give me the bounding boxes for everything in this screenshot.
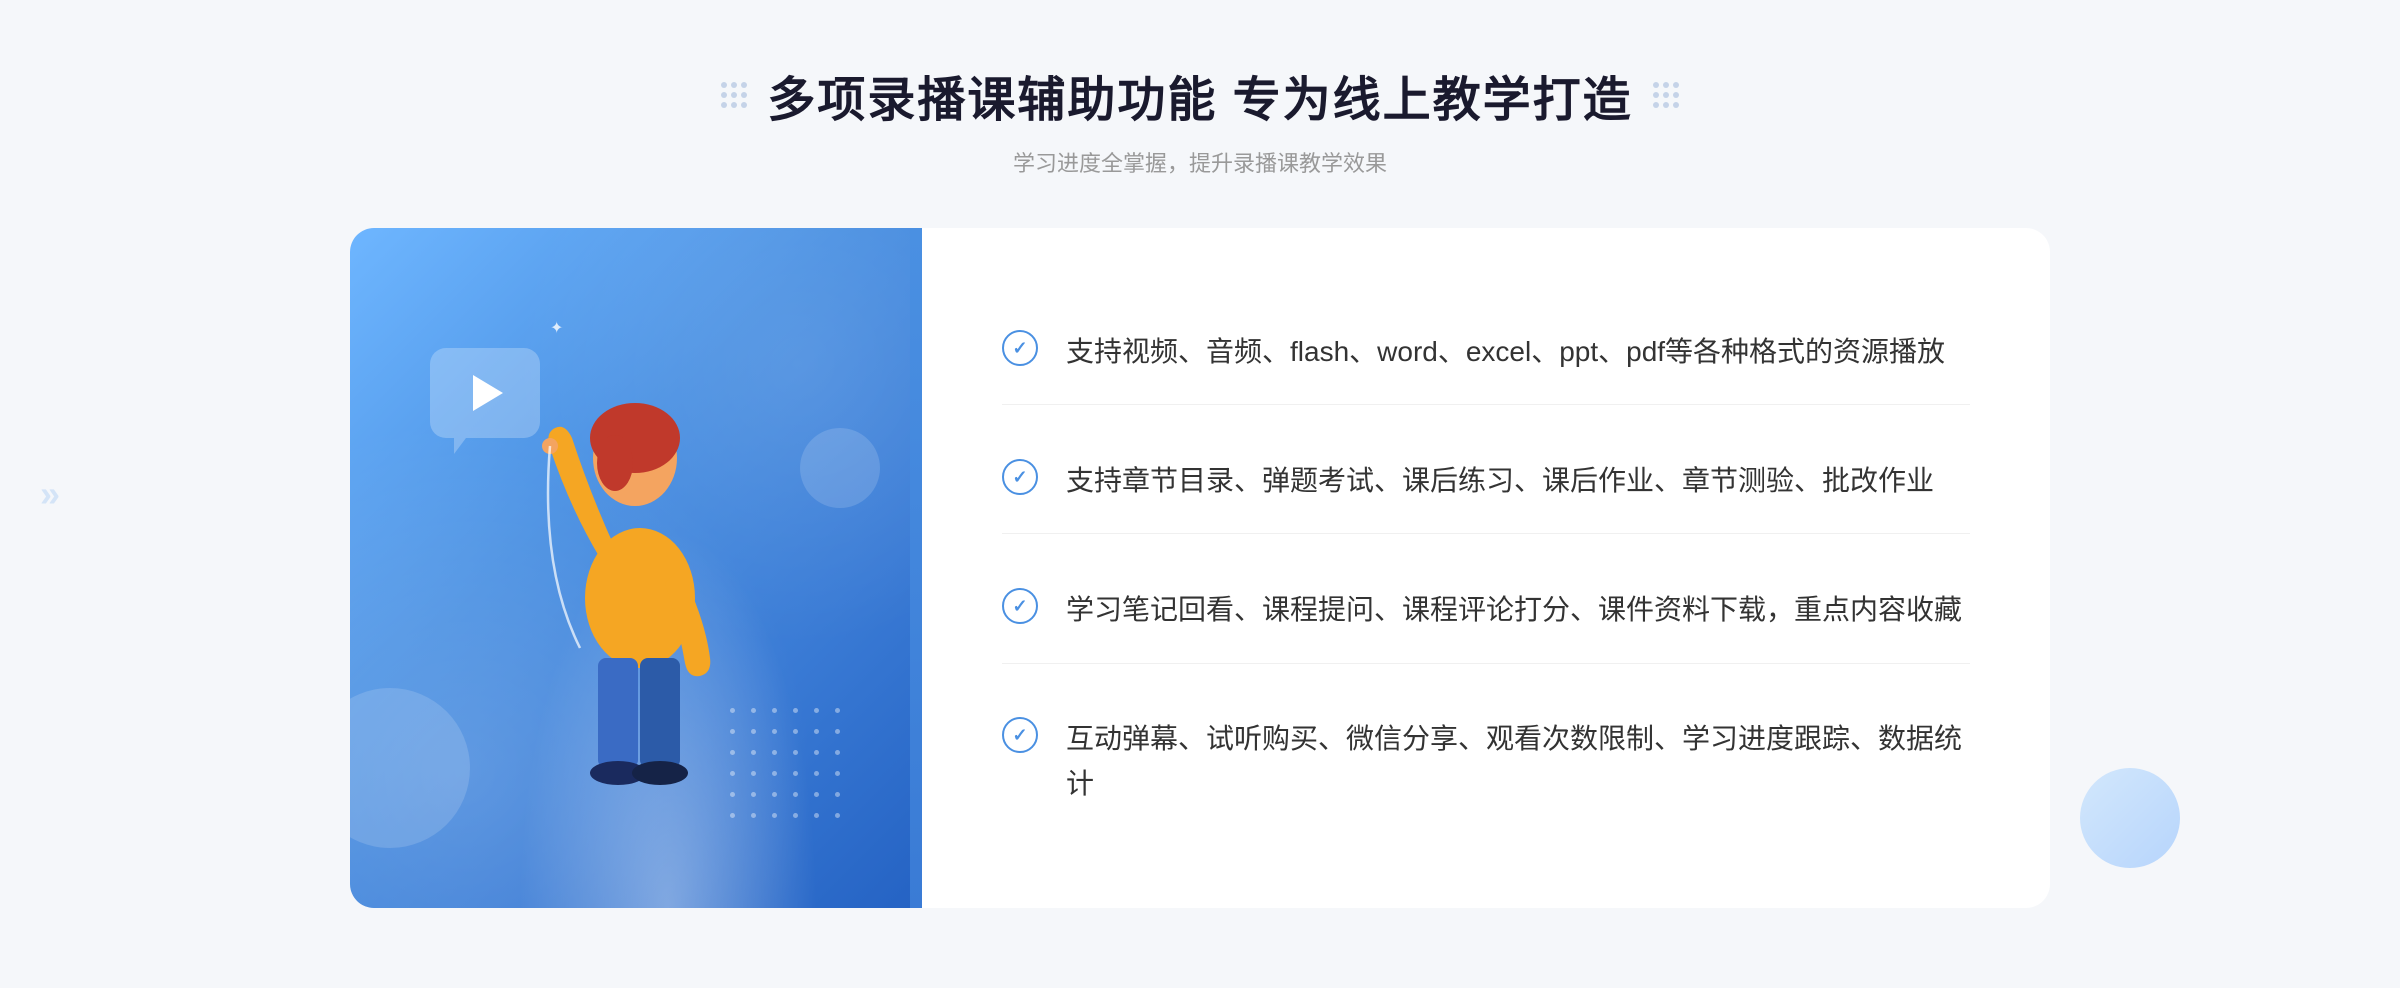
- check-circle-4: ✓: [1002, 717, 1038, 753]
- header-section: 多项录播课辅助功能 专为线上教学打造 学习进度全掌握，提升录播课教学效果: [721, 60, 1678, 178]
- title-row: 多项录播课辅助功能 专为线上教学打造: [721, 60, 1678, 130]
- check-circle-3: ✓: [1002, 588, 1038, 624]
- feature-item-1: ✓ 支持视频、音频、flash、word、excel、ppt、pdf等各种格式的…: [1002, 300, 1970, 406]
- features-panel: ✓ 支持视频、音频、flash、word、excel、ppt、pdf等各种格式的…: [922, 228, 2050, 908]
- left-title-deco: [721, 82, 747, 108]
- sub-title: 学习进度全掌握，提升录播课教学效果: [721, 146, 1678, 178]
- feature-item-2: ✓ 支持章节目录、弹题考试、课后练习、课后作业、章节测验、批改作业: [1002, 429, 1970, 535]
- check-mark-3: ✓: [1012, 597, 1027, 615]
- page-wrapper: » 多项录播课辅助功能 专为线上教学打造 学习进度全掌握，提升录播课教学效果: [0, 0, 2400, 988]
- feature-text-3: 学习笔记回看、课程提问、课程评论打分、课件资料下载，重点内容收藏: [1066, 588, 1962, 633]
- feature-text-1: 支持视频、音频、flash、word、excel、ppt、pdf等各种格式的资源…: [1066, 330, 1945, 375]
- check-mark-1: ✓: [1012, 339, 1027, 357]
- feature-item-4: ✓ 互动弹幕、试听购买、微信分享、观看次数限制、学习进度跟踪、数据统计: [1002, 687, 1970, 837]
- right-title-deco: [1653, 82, 1679, 108]
- check-circle-1: ✓: [1002, 330, 1038, 366]
- person-illustration: [350, 228, 910, 908]
- check-circle-2: ✓: [1002, 459, 1038, 495]
- left-arrow-deco: »: [40, 473, 60, 515]
- feature-text-4: 互动弹幕、试听购买、微信分享、观看次数限制、学习进度跟踪、数据统计: [1066, 717, 1970, 807]
- feature-text-2: 支持章节目录、弹题考试、课后练习、课后作业、章节测验、批改作业: [1066, 459, 1934, 504]
- main-title: 多项录播课辅助功能 专为线上教学打造: [767, 60, 1632, 130]
- content-area: ✦ ✦: [350, 228, 2050, 908]
- connector-stripe: [910, 228, 922, 908]
- illustration-card: ✦ ✦: [350, 228, 910, 908]
- bottom-right-circle-deco: [2080, 768, 2180, 868]
- check-mark-2: ✓: [1012, 468, 1027, 486]
- check-mark-4: ✓: [1012, 726, 1027, 744]
- feature-item-3: ✓ 学习笔记回看、课程提问、课程评论打分、课件资料下载，重点内容收藏: [1002, 558, 1970, 664]
